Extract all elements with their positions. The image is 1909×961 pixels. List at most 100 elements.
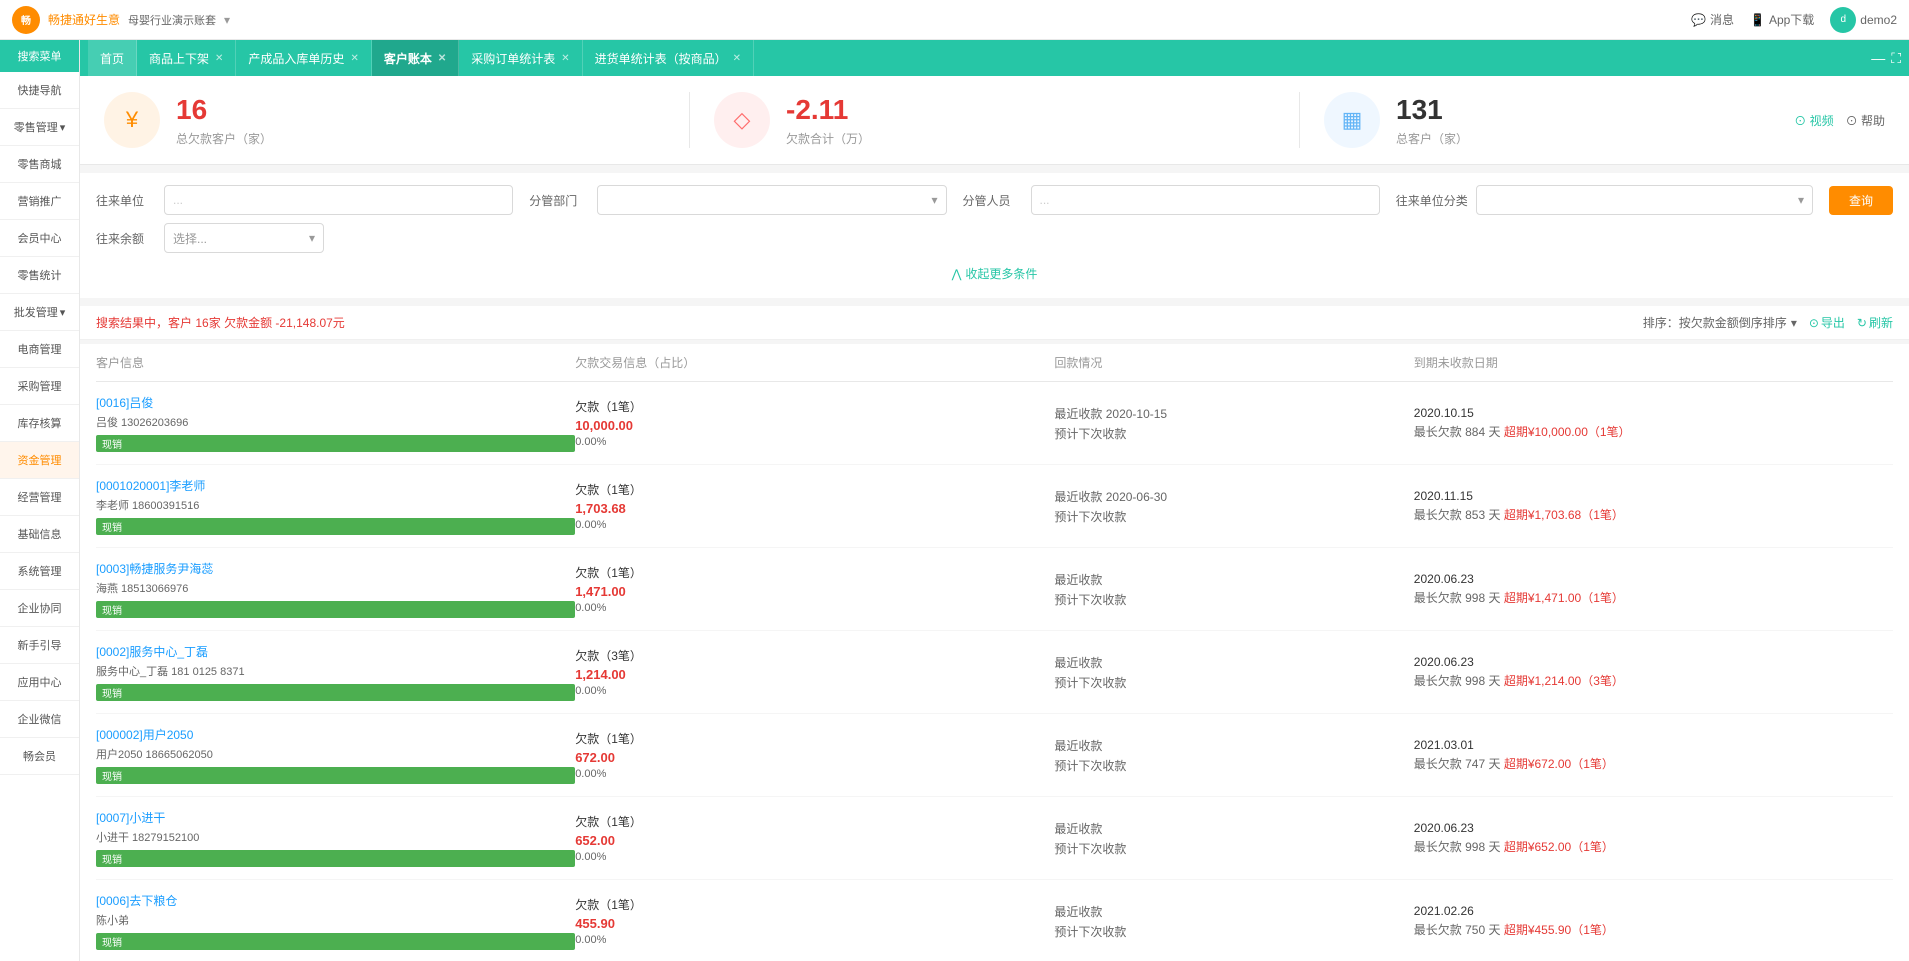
search-button[interactable]: 查询 xyxy=(1829,186,1893,215)
help-button[interactable]: ⊙ 帮助 xyxy=(1846,112,1885,129)
overdue-link-6[interactable]: 超期¥652.00（1笔） xyxy=(1504,840,1614,854)
sidebar-item-operations[interactable]: 经营管理 xyxy=(0,479,79,516)
debt-info-7: 欠款（1笔） 455.90 0.00% xyxy=(575,896,1054,946)
debt-amount-5: 672.00 xyxy=(575,750,1054,765)
dropdown-icon[interactable]: ▾ xyxy=(224,13,230,27)
collapse-button[interactable]: ⋀ 收起更多条件 xyxy=(96,261,1893,286)
customer-badge-4: 现销 xyxy=(96,684,575,701)
recent-label-7: 最近收款 xyxy=(1054,903,1413,920)
main-layout: 搜索菜单 快捷导航 零售管理 ▾ 零售商城 营销推广 会员中心 零售统计 批发管… xyxy=(0,40,1909,961)
sort-select[interactable]: 排序：按欠款金额倒序排序 ▾ xyxy=(1643,314,1797,331)
results-count: 16家 xyxy=(195,316,220,330)
tab-customer-ledger[interactable]: 客户账本 ✕ xyxy=(372,40,459,76)
tab-purchase-stats-close[interactable]: ✕ xyxy=(561,53,569,64)
debt-info-4: 欠款（3笔） 1,214.00 0.00% xyxy=(575,647,1054,697)
debt-amount-3: 1,471.00 xyxy=(575,584,1054,599)
sidebar-item-enterprise[interactable]: 企业协同 xyxy=(0,590,79,627)
sidebar-item-apps[interactable]: 应用中心 xyxy=(0,664,79,701)
debt-percent-2: 0.00% xyxy=(575,519,1054,531)
dept-select[interactable]: ▾ xyxy=(597,185,946,215)
export-button[interactable]: ⊙ 导出 xyxy=(1809,314,1845,331)
sidebar-search[interactable]: 搜索菜单 xyxy=(0,40,79,72)
customer-name-6[interactable]: [0007]小进干 xyxy=(96,809,575,826)
return-info-5: 最近收款 预计下次收款 xyxy=(1054,737,1413,774)
tab-maximize-button[interactable]: ⛶ xyxy=(1891,50,1901,67)
sidebar-item-retail-stats[interactable]: 零售统计 xyxy=(0,257,79,294)
customer-name-3[interactable]: [0003]畅捷服务尹海蕊 xyxy=(96,560,575,577)
debt-amount-7: 455.90 xyxy=(575,916,1054,931)
sidebar-item-wholesale[interactable]: 批发管理 ▾ xyxy=(0,294,79,331)
sidebar-item-marketing[interactable]: 营销推广 xyxy=(0,183,79,220)
refresh-button[interactable]: ↻ 刷新 xyxy=(1857,314,1893,331)
overdue-date-5: 2021.03.01 xyxy=(1414,738,1893,752)
tab-customer-ledger-close[interactable]: ✕ xyxy=(438,53,446,64)
sidebar-item-vip[interactable]: 畅会员 xyxy=(0,738,79,775)
unit-type-select[interactable]: ▾ xyxy=(1476,185,1813,215)
tab-goods-stats-close[interactable]: ✕ xyxy=(733,53,741,64)
debit-customers-info: 16 总欠款客户（家） xyxy=(176,94,272,147)
sidebar-item-basic-info[interactable]: 基础信息 xyxy=(0,516,79,553)
overdue-link-3[interactable]: 超期¥1,471.00（1笔） xyxy=(1504,591,1624,605)
sidebar-item-retail-mgmt[interactable]: 零售管理 ▾ xyxy=(0,109,79,146)
source-unit-input[interactable]: ... xyxy=(164,185,513,215)
overdue-link-7[interactable]: 超期¥455.90（1笔） xyxy=(1504,923,1614,937)
overdue-days-1: 最长欠款 884 天 超期¥10,000.00（1笔） xyxy=(1414,423,1893,440)
filter-source-unit: 往来单位 ... xyxy=(96,185,513,215)
customer-name-4[interactable]: [0002]服务中心_丁磊 xyxy=(96,643,575,660)
sidebar-item-retail-store[interactable]: 零售商城 xyxy=(0,146,79,183)
recent-label-6: 最近收款 xyxy=(1054,820,1413,837)
overdue-link-5[interactable]: 超期¥672.00（1笔） xyxy=(1504,757,1614,771)
balance-label: 往来余额 xyxy=(96,230,156,247)
sidebar-item-system[interactable]: 系统管理 xyxy=(0,553,79,590)
sidebar-item-inventory[interactable]: 库存核算 xyxy=(0,405,79,442)
sidebar-item-member[interactable]: 会员中心 xyxy=(0,220,79,257)
debt-count-4: 欠款（3笔） xyxy=(575,647,1054,664)
tab-home[interactable]: 首页 xyxy=(88,40,137,76)
avatar: d xyxy=(1830,7,1856,33)
stat-total-customers: ▦ 131 总客户（家） ⊙ 视频 ⊙ 帮助 xyxy=(1300,92,1909,148)
sidebar-item-quick-nav[interactable]: 快捷导航 xyxy=(0,72,79,109)
user-profile[interactable]: d demo2 xyxy=(1830,7,1897,33)
sidebar-item-wechat[interactable]: 企业微信 xyxy=(0,701,79,738)
next-label-1: 预计下次收款 xyxy=(1054,425,1413,442)
overdue-days-6: 最长欠款 998 天 超期¥652.00（1笔） xyxy=(1414,838,1893,855)
message-button[interactable]: 💬 消息 xyxy=(1691,11,1734,28)
tab-purchase-stats-label: 采购订单统计表 xyxy=(471,50,555,67)
content-area: ¥ 16 总欠款客户（家） ◇ -2.11 欠款合计（万） ▦ xyxy=(80,76,1909,961)
tab-customer-ledger-label: 客户账本 xyxy=(384,50,432,67)
balance-select[interactable]: 选择... ▾ xyxy=(164,223,324,253)
sidebar-item-purchase[interactable]: 采购管理 xyxy=(0,368,79,405)
debt-count-7: 欠款（1笔） xyxy=(575,896,1054,913)
customer-name-2[interactable]: [0001020001]李老师 xyxy=(96,477,575,494)
overdue-days-7: 最长欠款 750 天 超期¥455.90（1笔） xyxy=(1414,921,1893,938)
person-input[interactable]: ... xyxy=(1031,185,1380,215)
overdue-link-2[interactable]: 超期¥1,703.68（1笔） xyxy=(1504,508,1624,522)
app-download-button[interactable]: 📱 App下载 xyxy=(1750,11,1814,28)
tab-production[interactable]: 产成品入库单历史 ✕ xyxy=(236,40,371,76)
tab-products-close[interactable]: ✕ xyxy=(215,53,223,64)
tab-goods-stats-label: 进货单统计表（按商品） xyxy=(595,50,727,67)
customer-name-1[interactable]: [0016]吕俊 xyxy=(96,394,575,411)
overdue-info-7: 2021.02.26 最长欠款 750 天 超期¥455.90（1笔） xyxy=(1414,904,1893,938)
customer-name-5[interactable]: [000002]用户2050 xyxy=(96,726,575,743)
overdue-link-4[interactable]: 超期¥1,214.00（3笔） xyxy=(1504,674,1624,688)
sidebar-item-finance[interactable]: 资金管理 xyxy=(0,442,79,479)
return-info-1: 最近收款 2020-10-15 预计下次收款 xyxy=(1054,405,1413,442)
customer-name-7[interactable]: [0006]去下粮仓 xyxy=(96,892,575,909)
stat-top-actions: ⊙ 视频 ⊙ 帮助 xyxy=(1794,112,1885,129)
overdue-link-1[interactable]: 超期¥10,000.00（1笔） xyxy=(1504,425,1631,439)
customer-phone-6: 小进干 18279152100 xyxy=(96,829,575,845)
tab-production-close[interactable]: ✕ xyxy=(350,53,358,64)
customer-phone-5: 用户2050 18665062050 xyxy=(96,746,575,762)
sidebar-item-guide[interactable]: 新手引导 xyxy=(0,627,79,664)
sidebar-item-ecommerce[interactable]: 电商管理 xyxy=(0,331,79,368)
tab-purchase-stats[interactable]: 采购订单统计表 ✕ xyxy=(459,40,582,76)
tab-goods-stats[interactable]: 进货单统计表（按商品） ✕ xyxy=(583,40,754,76)
overdue-info-2: 2020.11.15 最长欠款 853 天 超期¥1,703.68（1笔） xyxy=(1414,489,1893,523)
tab-minimize-button[interactable]: — xyxy=(1871,50,1885,66)
results-prefix: 搜索结果中，客户 xyxy=(96,316,192,330)
total-customers-icon: ▦ xyxy=(1324,92,1380,148)
col-debt-info: 欠款交易信息（占比） xyxy=(575,354,1054,371)
video-button[interactable]: ⊙ 视频 xyxy=(1794,112,1833,129)
tab-products[interactable]: 商品上下架 ✕ xyxy=(137,40,236,76)
